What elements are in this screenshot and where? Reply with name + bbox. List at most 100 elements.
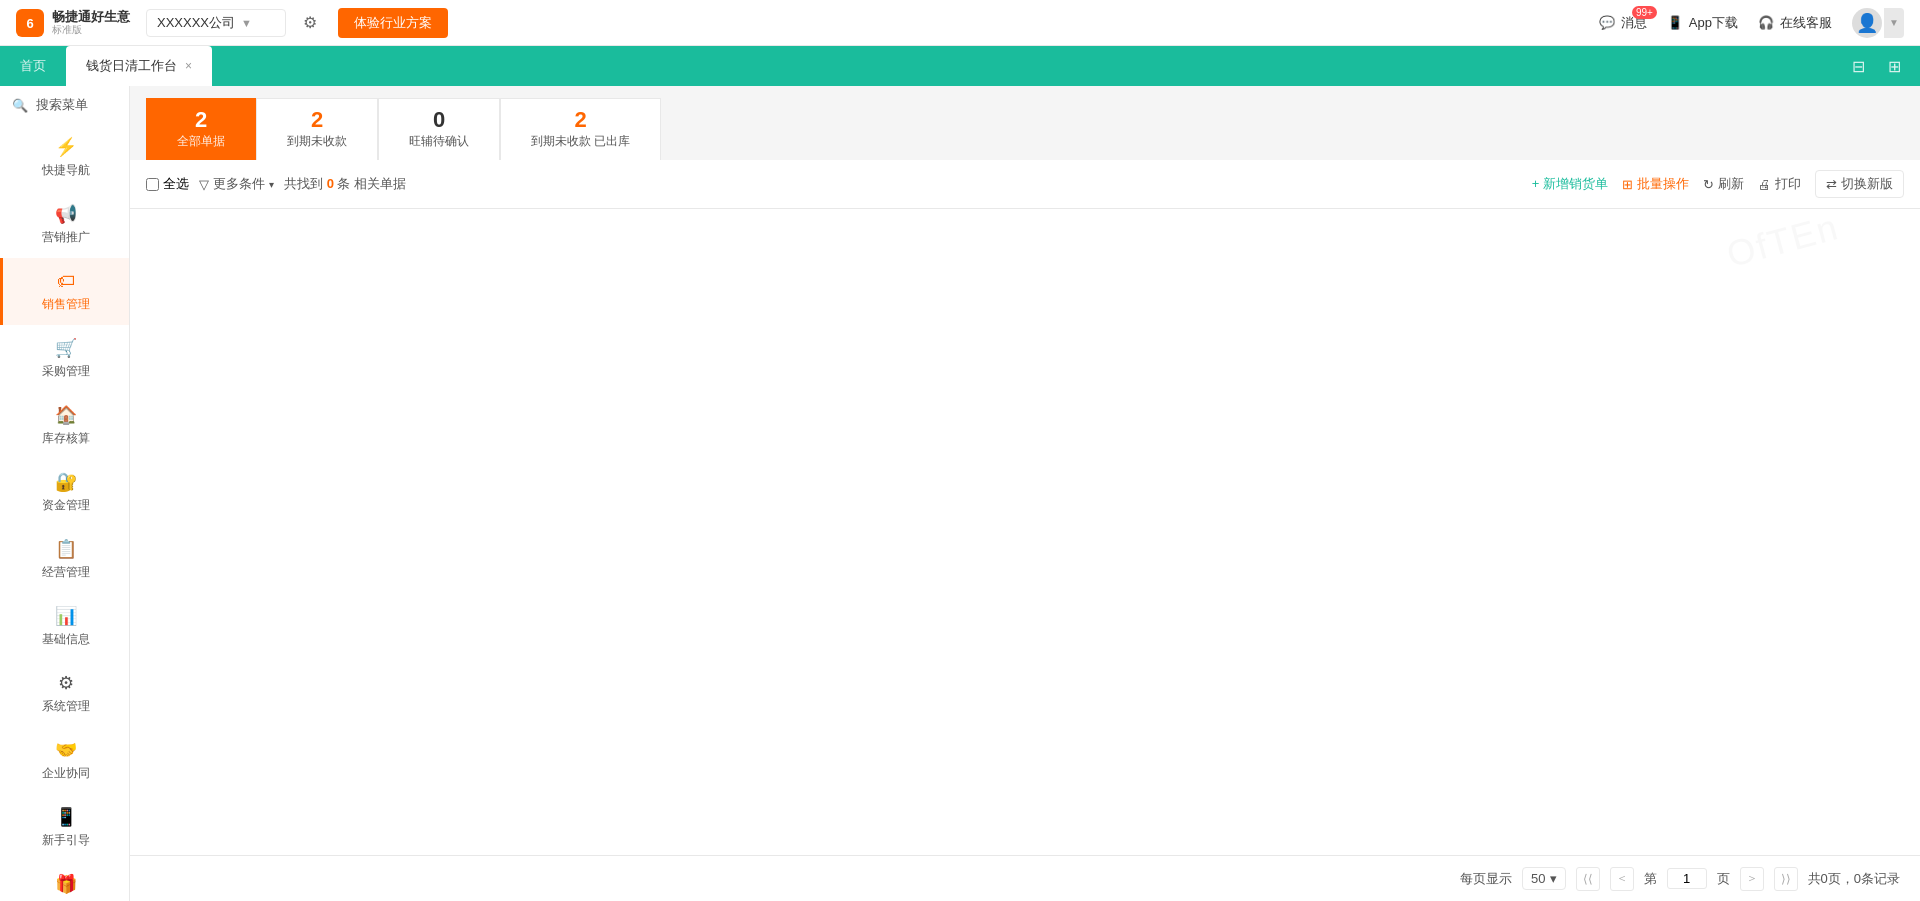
user-avatar-area[interactable]: 👤 ▼	[1852, 8, 1904, 38]
company-selector[interactable]: XXXXXX公司 ▼	[146, 9, 286, 37]
maximize-button[interactable]: ⊞	[1880, 52, 1908, 80]
sidebar-item-sales[interactable]: 🏷 销售管理	[0, 258, 129, 325]
sidebar-item-marketing[interactable]: 📢 营销推广	[0, 191, 129, 258]
per-page-label: 每页显示	[1460, 870, 1512, 888]
sidebar-item-purchase[interactable]: 🛒 采购管理	[0, 325, 129, 392]
tabs-bar-actions: ⊟ ⊞	[1844, 52, 1920, 80]
sidebar-search[interactable]: 🔍 搜索菜单	[0, 86, 129, 124]
stat-label-wangwang: 旺辅待确认	[409, 133, 469, 150]
finance-icon: 🔐	[55, 471, 77, 493]
minimize-button[interactable]: ⊟	[1844, 52, 1872, 80]
stat-num-all: 2	[195, 109, 207, 131]
stat-num-wangwang: 0	[433, 109, 445, 131]
page-input[interactable]	[1667, 868, 1707, 889]
chevron-down-icon: ▼	[241, 17, 252, 29]
watermark: OfTEn	[1722, 209, 1843, 276]
logo-area: 6 畅捷通好生意 标准版	[16, 9, 146, 37]
select-all-checkbox[interactable]: 全选	[146, 175, 189, 193]
per-page-value: 50	[1531, 871, 1545, 886]
sidebar-label-quick-nav: 快捷导航	[42, 162, 90, 179]
phone-icon: 📱	[1667, 15, 1683, 30]
footer-pagination: 每页显示 50 ▾ ⟨⟨ ＜ 第 页 ＞ ⟩⟩ 共0页，0条记录	[130, 855, 1920, 901]
refresh-button[interactable]: ↻ 刷新	[1703, 175, 1744, 193]
table-area: OfTEn	[130, 209, 1920, 855]
page-suffix: 页	[1717, 870, 1730, 888]
tab-home[interactable]: 首页	[0, 46, 66, 86]
app-download-label: App下载	[1689, 14, 1738, 32]
sidebar-item-basic-info[interactable]: 📊 基础信息	[0, 593, 129, 660]
print-icon: 🖨	[1758, 177, 1771, 192]
filter-icon: ▽	[199, 177, 209, 192]
sidebar-item-quick-nav[interactable]: ⚡ 快捷导航	[0, 124, 129, 191]
stat-label-overdue: 到期未收款	[287, 133, 347, 150]
service-icon: 🎧	[1758, 15, 1774, 30]
app-download-button[interactable]: 📱 App下载	[1667, 14, 1738, 32]
print-button[interactable]: 🖨 打印	[1758, 175, 1801, 193]
message-icon: 💬	[1599, 15, 1615, 30]
first-page-button[interactable]: ⟨⟨	[1576, 867, 1600, 891]
app-layout: 🔍 搜索菜单 ⚡ 快捷导航 📢 营销推广 🏷 销售管理 🛒 采购管理 🏠 库存核…	[0, 86, 1920, 901]
new-sale-button[interactable]: + 新增销货单	[1532, 175, 1608, 193]
found-text: 共找到 0 条 相关单据	[284, 175, 406, 193]
switch-icon: ⇄	[1826, 177, 1837, 192]
operations-icon: 📋	[55, 538, 77, 560]
toolbar-left: 全选 ▽ 更多条件 ▾ 共找到 0 条 相关单据	[146, 175, 1520, 193]
trial-button[interactable]: 体验行业方案	[338, 8, 448, 38]
refresh-label: 刷新	[1718, 175, 1744, 193]
last-page-button[interactable]: ⟩⟩	[1774, 867, 1798, 891]
stat-tab-wangwang[interactable]: 0 旺辅待确认	[378, 98, 500, 160]
per-page-select[interactable]: 50 ▾	[1522, 867, 1565, 890]
tab-home-label: 首页	[20, 57, 46, 75]
gear-icon: ⚙	[303, 13, 317, 32]
prev-page-button[interactable]: ＜	[1610, 867, 1634, 891]
marketing-icon: 📢	[55, 203, 77, 225]
tab-active-label: 钱货日清工作台	[86, 57, 177, 75]
online-service-button[interactable]: 🎧 在线客服	[1758, 14, 1832, 32]
message-badge: 99+	[1632, 6, 1657, 19]
avatar-dropdown[interactable]: ▼	[1884, 8, 1904, 38]
switch-label: 切换新版	[1841, 175, 1893, 193]
next-page-button[interactable]: ＞	[1740, 867, 1764, 891]
stat-tabs: 2 全部单据 2 到期未收款 0 旺辅待确认 2 到期未收款 已出库	[146, 98, 1904, 160]
sidebar-item-app-center[interactable]: 🎁 应用中心	[0, 861, 129, 901]
sidebar-item-cooperation[interactable]: 🤝 企业协同	[0, 727, 129, 794]
sidebar-label-guide: 新手引导	[42, 832, 90, 849]
stat-tab-overdue-unpaid[interactable]: 2 到期未收款	[256, 98, 378, 160]
new-sale-label: + 新增销货单	[1532, 175, 1608, 193]
batch-op-button[interactable]: ⊞ 批量操作	[1622, 175, 1689, 193]
select-all-label: 全选	[163, 175, 189, 193]
tab-active[interactable]: 钱货日清工作台 ×	[66, 46, 212, 86]
stat-tab-overdue-not-out[interactable]: 2 到期未收款 已出库	[500, 98, 661, 160]
print-label: 打印	[1775, 175, 1801, 193]
stat-label-all: 全部单据	[177, 133, 225, 150]
cooperation-icon: 🤝	[55, 739, 77, 761]
sidebar-label-inventory: 库存核算	[42, 430, 90, 447]
sidebar-label-cooperation: 企业协同	[42, 765, 90, 782]
sidebar-label-operations: 经营管理	[42, 564, 90, 581]
top-header: 6 畅捷通好生意 标准版 XXXXXX公司 ▼ ⚙ 体验行业方案 💬 消息 99…	[0, 0, 1920, 46]
stat-num-overdue-not-out: 2	[575, 109, 587, 131]
logo-text: 畅捷通好生意 标准版	[52, 9, 130, 37]
switch-version-button[interactable]: ⇄ 切换新版	[1815, 170, 1904, 198]
sidebar: 🔍 搜索菜单 ⚡ 快捷导航 📢 营销推广 🏷 销售管理 🛒 采购管理 🏠 库存核…	[0, 86, 130, 901]
settings-button[interactable]: ⚙	[294, 7, 326, 39]
stat-tab-all[interactable]: 2 全部单据	[146, 98, 256, 160]
filter-button[interactable]: ▽ 更多条件 ▾	[199, 175, 274, 193]
sidebar-item-operations[interactable]: 📋 经营管理	[0, 526, 129, 593]
tab-close-icon[interactable]: ×	[185, 59, 192, 73]
app-center-icon: 🎁	[55, 873, 77, 895]
guide-icon: 📱	[55, 806, 77, 828]
message-button[interactable]: 💬 消息 99+	[1599, 14, 1647, 32]
tabs-bar: 首页 钱货日清工作台 × ⊟ ⊞	[0, 46, 1920, 86]
avatar: 👤	[1852, 8, 1882, 38]
sidebar-item-system[interactable]: ⚙ 系统管理	[0, 660, 129, 727]
sidebar-item-guide[interactable]: 📱 新手引导	[0, 794, 129, 861]
sidebar-label-system: 系统管理	[42, 698, 90, 715]
quick-nav-icon: ⚡	[55, 136, 77, 158]
sidebar-label-sales: 销售管理	[42, 296, 90, 313]
header-right: 💬 消息 99+ 📱 App下载 🎧 在线客服 👤 ▼	[1599, 8, 1904, 38]
main-content: 2 全部单据 2 到期未收款 0 旺辅待确认 2 到期未收款 已出库	[130, 86, 1920, 901]
select-all-input[interactable]	[146, 178, 159, 191]
sidebar-item-finance[interactable]: 🔐 资金管理	[0, 459, 129, 526]
sidebar-item-inventory[interactable]: 🏠 库存核算	[0, 392, 129, 459]
